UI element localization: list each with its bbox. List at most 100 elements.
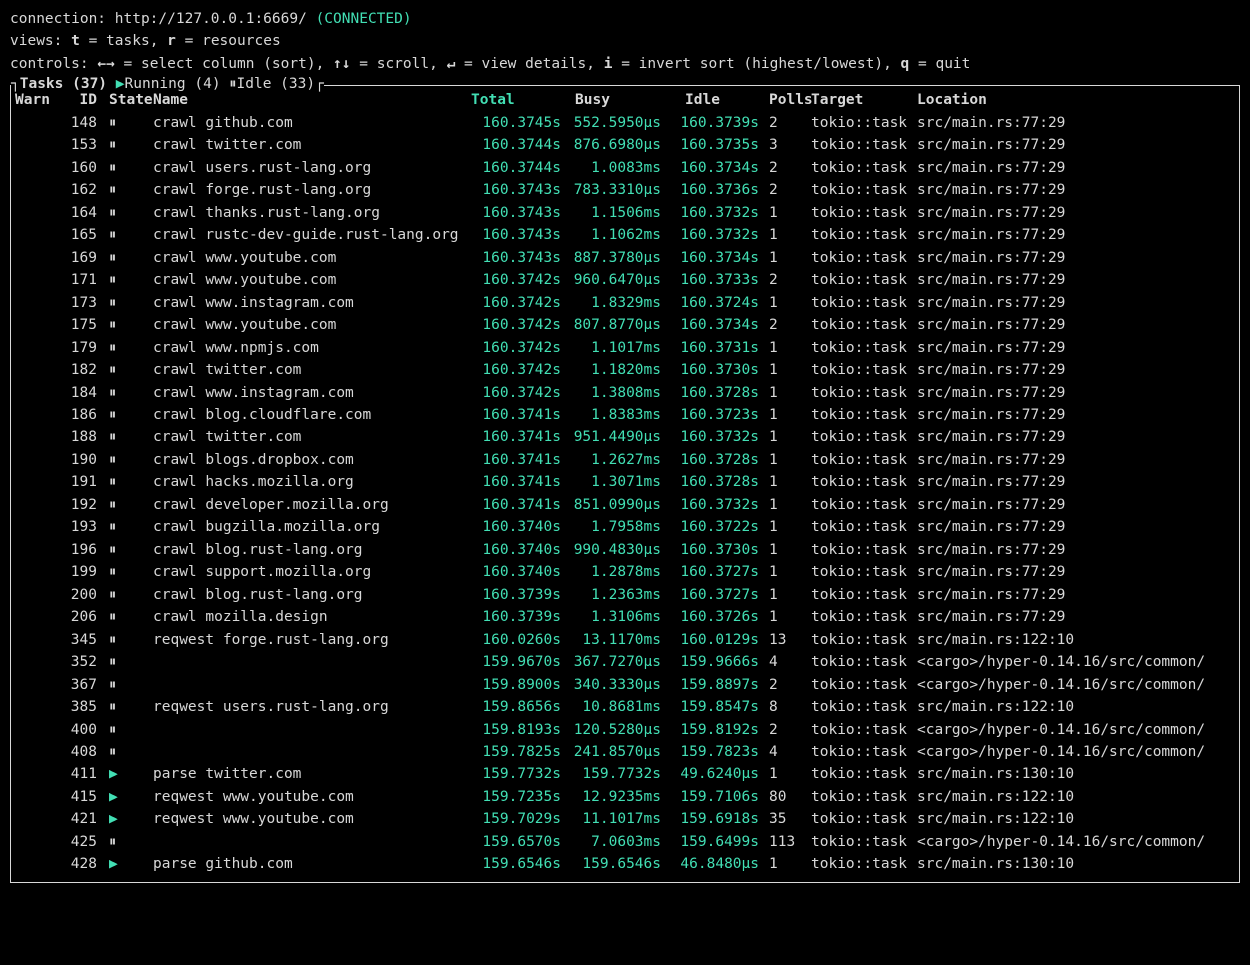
cell-warn: [15, 112, 59, 134]
cell-id: 190: [59, 449, 103, 471]
cell-polls: 13: [759, 629, 811, 651]
cell-name: crawl twitter.com: [153, 134, 471, 156]
table-row[interactable]: 196⏸crawl blog.rust-lang.org160.3740s990…: [15, 539, 1235, 561]
cell-total: 160.3743s: [471, 247, 561, 269]
table-row[interactable]: 148⏸crawl github.com160.3745s552.5950µs1…: [15, 112, 1235, 134]
table-row[interactable]: 160⏸crawl users.rust-lang.org160.3744s1.…: [15, 157, 1235, 179]
table-row[interactable]: 153⏸crawl twitter.com160.3744s876.6980µs…: [15, 134, 1235, 156]
cell-idle: 160.3730s: [661, 539, 759, 561]
cell-busy: 1.2627ms: [561, 449, 661, 471]
table-row[interactable]: 173⏸crawl www.instagram.com160.3742s1.83…: [15, 292, 1235, 314]
cell-idle: 160.3728s: [661, 382, 759, 404]
cell-name: [153, 651, 471, 673]
task-table[interactable]: Warn ID State Name Total Busy Idle Polls…: [11, 85, 1239, 881]
cell-warn: [15, 629, 59, 651]
table-row[interactable]: 411▶parse twitter.com159.7732s159.7732s4…: [15, 763, 1235, 785]
tab-running[interactable]: Running (4): [125, 73, 221, 95]
cell-location: src/main.rs:122:10: [917, 629, 1235, 651]
cell-polls: 1: [759, 853, 811, 875]
table-row[interactable]: 165⏸crawl rustc-dev-guide.rust-lang.org1…: [15, 224, 1235, 246]
cell-location: src/main.rs:77:29: [917, 247, 1235, 269]
cell-name: crawl github.com: [153, 112, 471, 134]
cell-id: 186: [59, 404, 103, 426]
table-row[interactable]: 179⏸crawl www.npmjs.com160.3742s1.1017ms…: [15, 337, 1235, 359]
cell-idle: 159.7106s: [661, 786, 759, 808]
cell-busy: 990.4830µs: [561, 539, 661, 561]
tab-idle[interactable]: Idle (33): [237, 73, 316, 95]
table-row[interactable]: 367⏸159.8900s340.3330µs159.8897s2tokio::…: [15, 674, 1235, 696]
cell-total: 160.3742s: [471, 292, 561, 314]
table-row[interactable]: 186⏸crawl blog.cloudflare.com160.3741s1.…: [15, 404, 1235, 426]
table-row[interactable]: 184⏸crawl www.instagram.com160.3742s1.38…: [15, 382, 1235, 404]
cell-warn: [15, 382, 59, 404]
cell-total: 159.8193s: [471, 719, 561, 741]
cell-idle: 160.3734s: [661, 314, 759, 336]
cell-polls: 2: [759, 719, 811, 741]
cell-target: tokio::task: [811, 741, 917, 763]
cell-id: 408: [59, 741, 103, 763]
table-row[interactable]: 428▶parse github.com159.6546s159.6546s46…: [15, 853, 1235, 875]
cell-busy: 1.3808ms: [561, 382, 661, 404]
cell-location: src/main.rs:122:10: [917, 696, 1235, 718]
table-row[interactable]: 415▶reqwest www.youtube.com159.7235s12.9…: [15, 786, 1235, 808]
cell-warn: [15, 606, 59, 628]
table-row[interactable]: 171⏸crawl www.youtube.com160.3742s960.64…: [15, 269, 1235, 291]
cell-target: tokio::task: [811, 247, 917, 269]
table-row[interactable]: 190⏸crawl blogs.dropbox.com160.3741s1.26…: [15, 449, 1235, 471]
table-row[interactable]: 352⏸159.9670s367.7270µs159.9666s4tokio::…: [15, 651, 1235, 673]
table-row[interactable]: 408⏸159.7825s241.8570µs159.7823s4tokio::…: [15, 741, 1235, 763]
cell-warn: [15, 808, 59, 830]
cell-target: tokio::task: [811, 269, 917, 291]
table-row[interactable]: 345⏸reqwest forge.rust-lang.org160.0260s…: [15, 629, 1235, 651]
cell-id: 352: [59, 651, 103, 673]
cell-name: crawl www.instagram.com: [153, 292, 471, 314]
cell-busy: 1.2878ms: [561, 561, 661, 583]
table-row[interactable]: 182⏸crawl twitter.com160.3742s1.1820ms16…: [15, 359, 1235, 381]
cell-total: 160.3742s: [471, 269, 561, 291]
table-row[interactable]: 191⏸crawl hacks.mozilla.org160.3741s1.30…: [15, 471, 1235, 493]
table-row[interactable]: 162⏸crawl forge.rust-lang.org160.3743s78…: [15, 179, 1235, 201]
table-row[interactable]: 200⏸crawl blog.rust-lang.org160.3739s1.2…: [15, 584, 1235, 606]
pause-icon: ⏸: [109, 452, 116, 468]
cell-location: src/main.rs:77:29: [917, 157, 1235, 179]
tab-tasks[interactable]: Tasks (37): [20, 73, 107, 95]
table-row[interactable]: 169⏸crawl www.youtube.com160.3743s887.37…: [15, 247, 1235, 269]
cell-total: 160.3742s: [471, 337, 561, 359]
cell-name: crawl mozilla.design: [153, 606, 471, 628]
cell-total: 160.3741s: [471, 404, 561, 426]
table-row[interactable]: 175⏸crawl www.youtube.com160.3742s807.87…: [15, 314, 1235, 336]
table-row[interactable]: 425⏸159.6570s7.0603ms159.6499s113tokio::…: [15, 831, 1235, 853]
cell-warn: [15, 853, 59, 875]
cell-id: 206: [59, 606, 103, 628]
table-row[interactable]: 192⏸crawl developer.mozilla.org160.3741s…: [15, 494, 1235, 516]
cell-total: 160.3741s: [471, 494, 561, 516]
play-icon: ▶: [109, 811, 118, 827]
table-row[interactable]: 421▶reqwest www.youtube.com159.7029s11.1…: [15, 808, 1235, 830]
table-row[interactable]: 188⏸crawl twitter.com160.3741s951.4490µs…: [15, 426, 1235, 448]
cell-warn: [15, 831, 59, 853]
cell-warn: [15, 719, 59, 741]
table-row[interactable]: 385⏸reqwest users.rust-lang.org159.8656s…: [15, 696, 1235, 718]
cell-target: tokio::task: [811, 853, 917, 875]
cell-location: src/main.rs:77:29: [917, 337, 1235, 359]
cell-target: tokio::task: [811, 224, 917, 246]
cell-location: <cargo>/hyper-0.14.16/src/common/: [917, 719, 1235, 741]
cell-polls: 1: [759, 449, 811, 471]
table-row[interactable]: 193⏸crawl bugzilla.mozilla.org160.3740s1…: [15, 516, 1235, 538]
cell-idle: 160.3739s: [661, 112, 759, 134]
table-row[interactable]: 199⏸crawl support.mozilla.org160.3740s1.…: [15, 561, 1235, 583]
table-row[interactable]: 400⏸159.8193s120.5280µs159.8192s2tokio::…: [15, 719, 1235, 741]
table-row[interactable]: 206⏸crawl mozilla.design160.3739s1.3106m…: [15, 606, 1235, 628]
cell-polls: 1: [759, 224, 811, 246]
table-row[interactable]: 164⏸crawl thanks.rust-lang.org160.3743s1…: [15, 202, 1235, 224]
cell-id: 192: [59, 494, 103, 516]
cell-polls: 1: [759, 606, 811, 628]
cell-name: [153, 674, 471, 696]
cell-total: 160.3743s: [471, 179, 561, 201]
cell-location: src/main.rs:77:29: [917, 516, 1235, 538]
cell-warn: [15, 134, 59, 156]
views-t-key: t: [71, 33, 80, 49]
cell-warn: [15, 516, 59, 538]
pause-icon: ⏸: [109, 429, 116, 445]
play-icon: ▶: [109, 789, 118, 805]
